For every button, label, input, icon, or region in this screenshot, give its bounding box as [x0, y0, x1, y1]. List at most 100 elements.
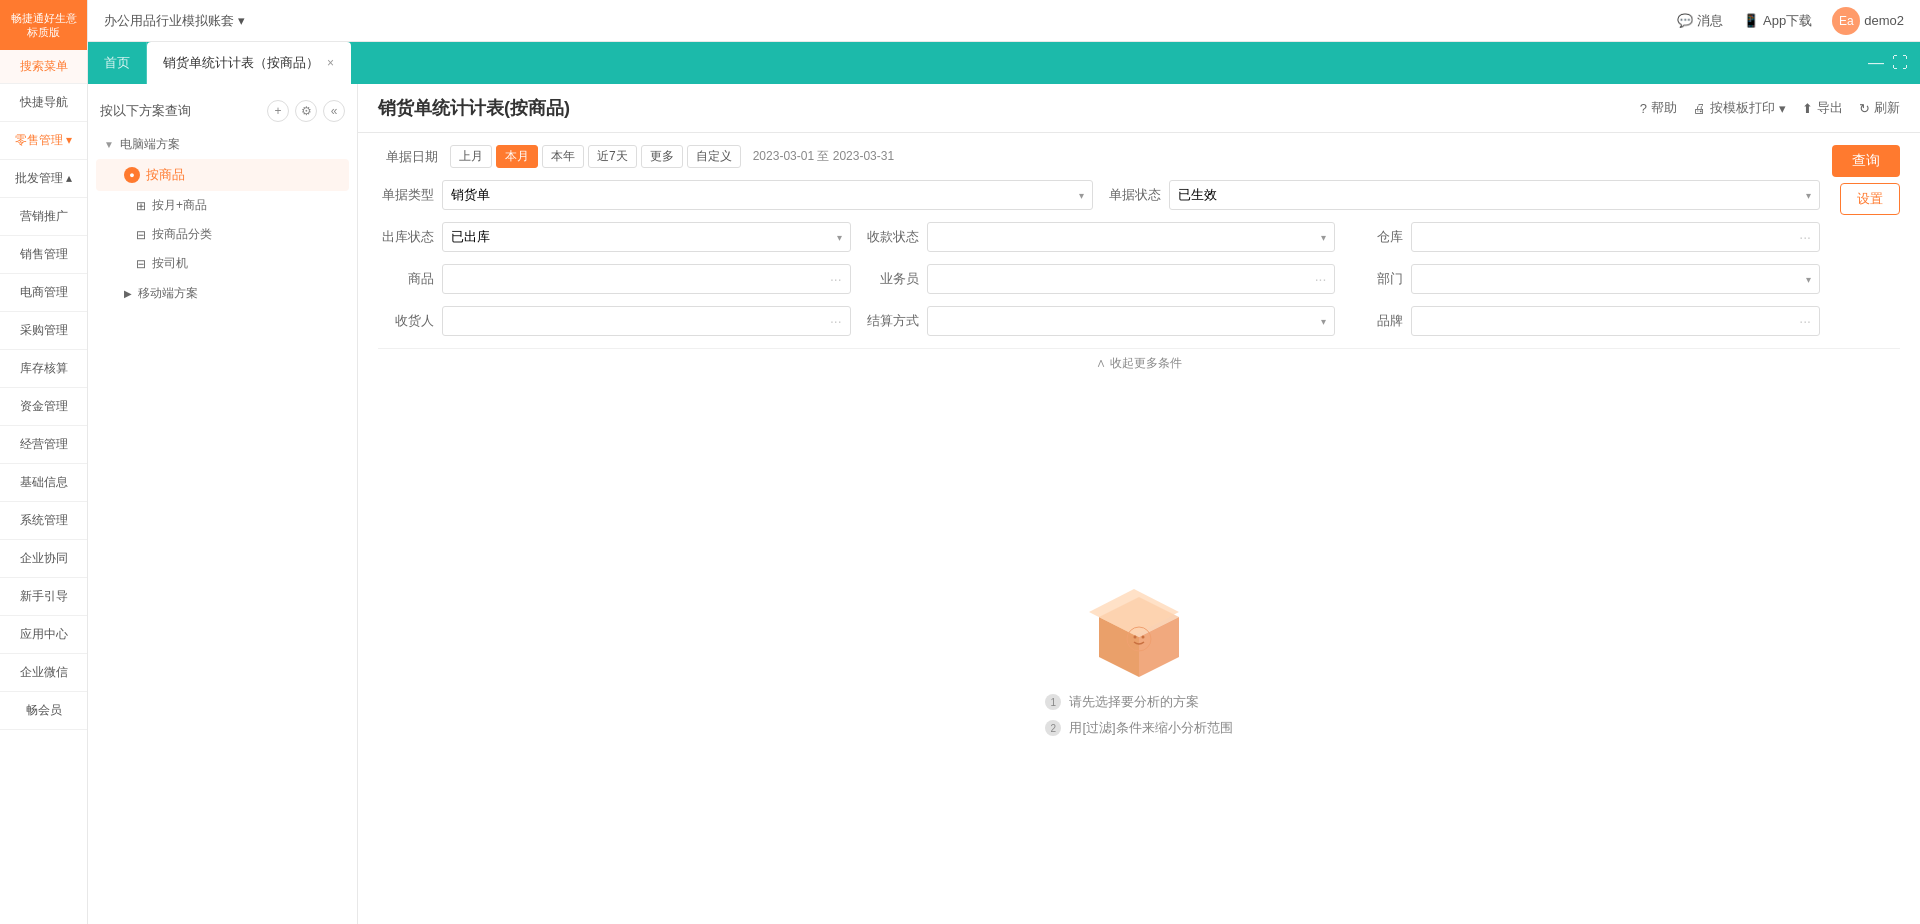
date-btn-custom[interactable]: 自定义	[687, 145, 741, 168]
warehouse-input[interactable]: ···	[1411, 222, 1820, 252]
message-btn[interactable]: 💬 消息	[1677, 12, 1723, 30]
warehouse-dots-icon: ···	[1799, 229, 1811, 245]
help-btn[interactable]: ? 帮助	[1640, 99, 1677, 117]
desktop-group-header[interactable]: ▼ 电脑端方案	[96, 130, 349, 159]
warehouse-filter: 仓库 ···	[1347, 222, 1820, 252]
sidebar-item-finance[interactable]: 资金管理	[0, 388, 87, 426]
date-btn-last-month[interactable]: 上月	[450, 145, 492, 168]
tree-item-by-month-goods[interactable]: ⊞ 按月+商品	[96, 191, 349, 220]
tab-minimize-icon[interactable]: —	[1868, 54, 1884, 72]
phone-icon: 📱	[1743, 13, 1759, 28]
refresh-btn[interactable]: ↻ 刷新	[1859, 99, 1900, 117]
settings-scheme-btn[interactable]: ⚙	[295, 100, 317, 122]
print-btn[interactable]: 🖨 按模板打印 ▾	[1693, 99, 1786, 117]
sidebar-item-operation[interactable]: 经营管理	[0, 426, 87, 464]
hint-num-2: 2	[1045, 720, 1061, 736]
receiver-input[interactable]: ···	[442, 306, 851, 336]
sidebar-item-basic[interactable]: 基础信息	[0, 464, 87, 502]
out-status-select[interactable]: 已出库 ▾	[442, 222, 851, 252]
sidebar-item-member[interactable]: 畅会员	[0, 692, 87, 730]
payment-method-label: 结算方式	[863, 312, 919, 330]
brand-label: 品牌	[1347, 312, 1403, 330]
sidebar-item-inventory[interactable]: 库存核算	[0, 350, 87, 388]
help-icon: ?	[1640, 101, 1647, 116]
sidebar-item-collab[interactable]: 企业协同	[0, 540, 87, 578]
sidebar-item-purchase[interactable]: 采购管理	[0, 312, 87, 350]
sidebar-item-ecommerce[interactable]: 电商管理	[0, 274, 87, 312]
salesperson-label: 业务员	[863, 270, 919, 288]
doc-type-select[interactable]: 销货单 ▾	[442, 180, 1093, 210]
goods-input[interactable]: ···	[442, 264, 851, 294]
sidebar-item-newbie[interactable]: 新手引导	[0, 578, 87, 616]
setting-btn[interactable]: 设置	[1840, 183, 1900, 215]
message-icon: 💬	[1677, 13, 1693, 28]
tree-item-by-category[interactable]: ⊟ 按商品分类	[96, 220, 349, 249]
page-title: 销货单统计计表(按商品)	[378, 96, 570, 120]
tree-item-by-goods[interactable]: ● 按商品	[96, 159, 349, 191]
industry-dropdown[interactable]: 办公用品行业模拟账套 ▾	[104, 12, 245, 30]
empty-hints: 1 请先选择要分析的方案 2 用[过滤]条件来缩小分析范围	[1045, 693, 1232, 737]
tab-home[interactable]: 首页	[88, 42, 147, 84]
tab-close-icon[interactable]: ×	[327, 56, 334, 70]
add-scheme-btn[interactable]: +	[267, 100, 289, 122]
date-label: 单据日期	[378, 148, 438, 166]
dept-label: 部门	[1347, 270, 1403, 288]
tab-sales-stats[interactable]: 销货单统计计表（按商品） ×	[147, 42, 351, 84]
out-status-filter: 出库状态 已出库 ▾	[378, 222, 851, 252]
date-btn-last7[interactable]: 近7天	[588, 145, 637, 168]
sidebar-logo: 畅捷通好生意 标质版	[0, 0, 88, 50]
sidebar-item-wholesale[interactable]: 批发管理 ▴	[0, 160, 87, 198]
payment-status-select[interactable]: ▾	[927, 222, 1336, 252]
brand-input[interactable]: ···	[1411, 306, 1820, 336]
dept-select[interactable]: ▾	[1411, 264, 1820, 294]
salesperson-dots-icon: ···	[1315, 271, 1327, 287]
top-bar-industry: 办公用品行业模拟账套 ▾	[104, 12, 245, 30]
salesperson-input[interactable]: ···	[927, 264, 1336, 294]
sidebar-search[interactable]: 搜索菜单	[0, 50, 87, 84]
payment-method-filter: 结算方式 ▾	[863, 306, 1336, 336]
sidebar-item-appstore[interactable]: 应用中心	[0, 616, 87, 654]
sidebar-logo-text: 畅捷通好生意 标质版	[11, 11, 77, 40]
category-icon: ⊟	[136, 228, 146, 242]
search-btn[interactable]: 查询	[1832, 145, 1900, 177]
page-header: 销货单统计计表(按商品) ? 帮助 🖨 按模板打印 ▾ ⬆	[358, 84, 1920, 133]
filter-btn-col: 查询 设置	[1832, 145, 1900, 215]
filter-area: 单据日期 上月 本月 本年 近7天 更多 自定义 20	[358, 133, 1920, 390]
sidebar-item-wechat[interactable]: 企业微信	[0, 654, 87, 692]
page-actions: ? 帮助 🖨 按模板打印 ▾ ⬆ 导出 ↻	[1640, 99, 1900, 117]
print-icon: 🖨	[1693, 101, 1706, 116]
doc-type-label: 单据类型	[378, 186, 434, 204]
user-menu[interactable]: Ea demo2	[1832, 7, 1904, 35]
month-goods-icon: ⊞	[136, 199, 146, 213]
receiver-dots-icon: ···	[830, 313, 842, 329]
payment-method-select[interactable]: ▾	[927, 306, 1336, 336]
mobile-group-header[interactable]: ▶ 移动端方案	[96, 278, 349, 309]
collapse-bar[interactable]: ∧ 收起更多条件	[378, 348, 1900, 378]
date-btn-more[interactable]: 更多	[641, 145, 683, 168]
date-btn-this-year[interactable]: 本年	[542, 145, 584, 168]
right-panel: 销货单统计计表(按商品) ? 帮助 🖨 按模板打印 ▾ ⬆	[358, 84, 1920, 924]
goods-filter: 商品 ···	[378, 264, 851, 294]
date-btn-this-month[interactable]: 本月	[496, 145, 538, 168]
export-btn[interactable]: ⬆ 导出	[1802, 99, 1843, 117]
left-panel-header: 按以下方案查询 + ⚙ «	[88, 92, 357, 130]
doc-type-arrow-icon: ▾	[1079, 190, 1084, 201]
app-download-btn[interactable]: 📱 App下载	[1743, 12, 1812, 30]
sidebar-item-marketing[interactable]: 营销推广	[0, 198, 87, 236]
sidebar-item-sales[interactable]: 销售管理	[0, 236, 87, 274]
sidebar-item-retail[interactable]: 零售管理 ▾	[0, 122, 87, 160]
sidebar-quick-nav[interactable]: 快捷导航	[0, 84, 87, 122]
collapse-panel-btn[interactable]: «	[323, 100, 345, 122]
dept-filter: 部门 ▾	[1347, 264, 1820, 294]
receiver-label: 收货人	[378, 312, 434, 330]
doc-status-select[interactable]: 已生效 ▾	[1169, 180, 1820, 210]
sidebar-item-system[interactable]: 系统管理	[0, 502, 87, 540]
top-bar-right: 💬 消息 📱 App下载 Ea demo2	[1677, 7, 1904, 35]
tab-fullscreen-icon[interactable]: ⛶	[1892, 54, 1908, 72]
tab-bar: 首页 销货单统计计表（按商品） × — ⛶	[88, 42, 1920, 84]
payment-status-arrow-icon: ▾	[1321, 232, 1326, 243]
mobile-group: ▶ 移动端方案	[88, 278, 357, 309]
brand-dots-icon: ···	[1799, 313, 1811, 329]
tree-item-by-driver[interactable]: ⊟ 按司机	[96, 249, 349, 278]
date-buttons: 上月 本月 本年 近7天 更多 自定义	[450, 145, 741, 168]
